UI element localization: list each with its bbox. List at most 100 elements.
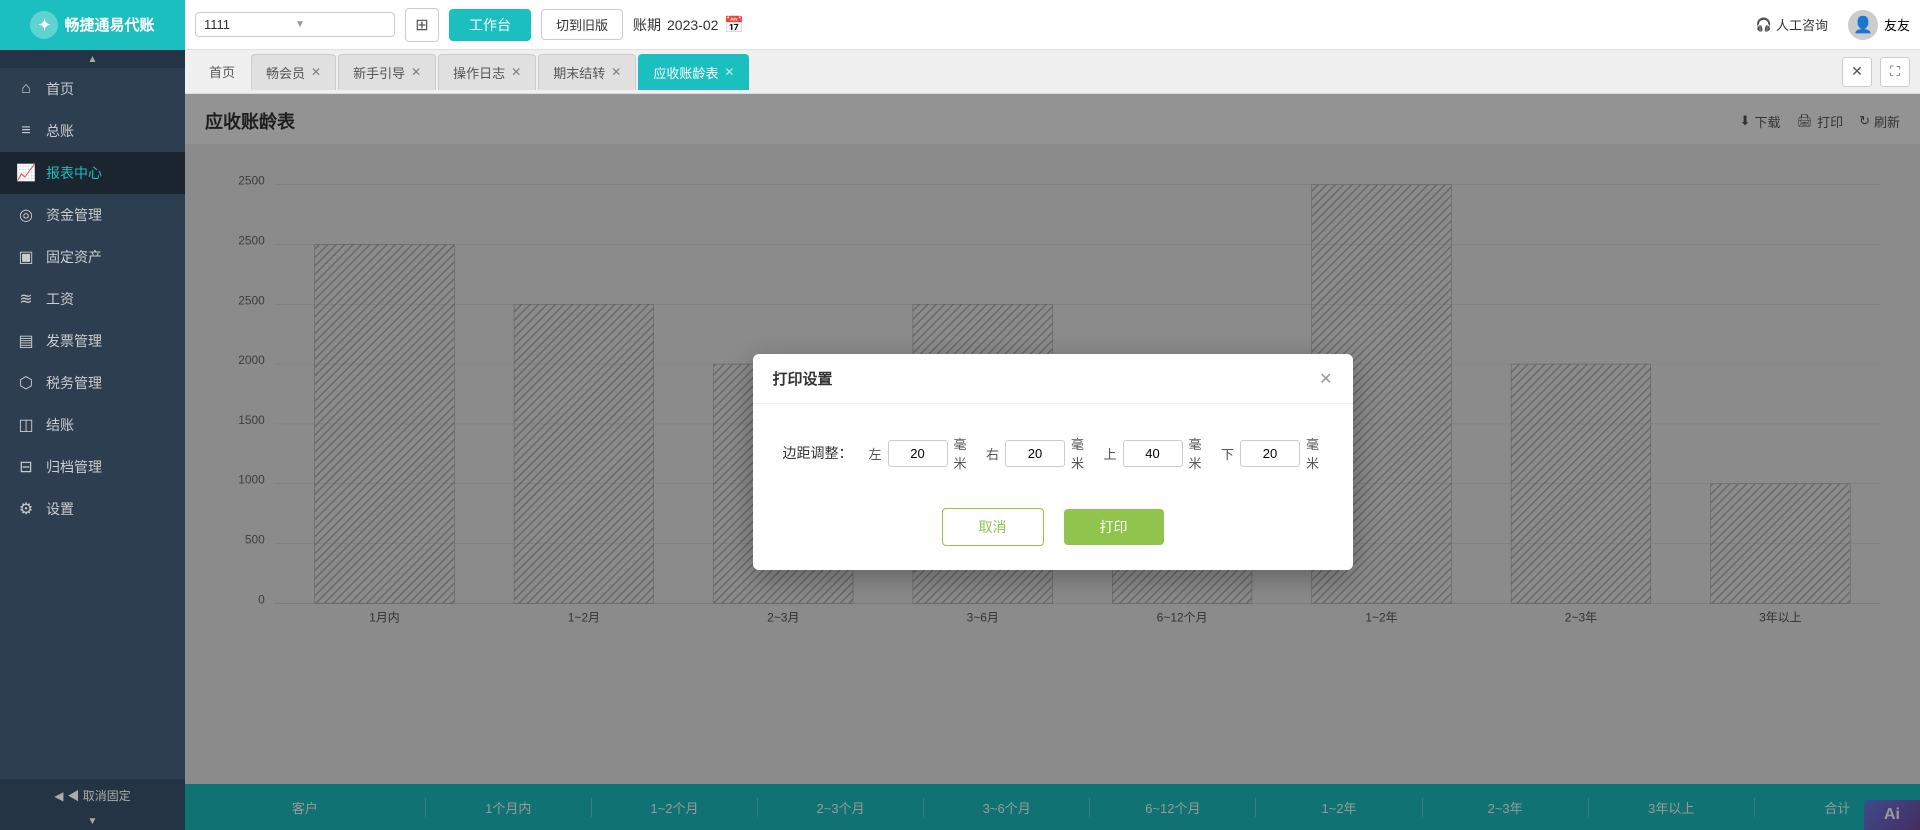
top-margin-group: 上 毫米 [1104,434,1206,472]
modal-body: 边距调整： 左 毫米 右 毫米 [753,404,1353,492]
ledger-icon: ≡ [16,122,36,140]
content-area: 首页 畅会员 ✕ 新手引导 ✕ 操作日志 ✕ 期末结转 ✕ 应收账龄表 ✕ [185,50,1920,830]
workbench-button[interactable]: 工作台 [449,9,531,41]
sidebar-item-assets[interactable]: ▣ 固定资产 [0,236,185,278]
tab-aging-close-icon[interactable]: ✕ [724,65,734,79]
sidebar-label-home: 首页 [46,79,169,99]
tab-log[interactable]: 操作日志 ✕ [438,54,536,90]
company-name: 1111 [204,17,295,32]
collapse-icon: ◀ [54,789,63,803]
sidebar-item-report[interactable]: 📈 报表中心 [0,152,185,194]
calendar-icon[interactable]: 📅 [724,15,744,35]
tab-aging[interactable]: 应收账龄表 ✕ [638,54,749,90]
sidebar-label-salary: 工资 [46,289,169,309]
company-selector[interactable]: 1111 ▼ [195,12,395,37]
sidebar-label-closing: 结账 [46,415,169,435]
right-margin-group: 右 毫米 [986,434,1088,472]
right-margin-label: 右 [986,444,999,463]
tab-home[interactable]: 首页 [195,54,249,90]
right-unit: 毫米 [1071,434,1087,472]
sidebar-label-assets: 固定资产 [46,247,169,267]
top-margin-label: 上 [1104,444,1117,463]
period-value: 2023-02 [667,17,718,33]
copy-icon: ⊞ [415,15,428,35]
sidebar-item-archive[interactable]: ⊟ 归档管理 [0,446,185,488]
sidebar-scroll-down[interactable]: ▼ [0,812,185,830]
avatar: 👤 [1848,10,1878,40]
sidebar-label-settings: 设置 [46,499,169,519]
sidebar-label-tax: 税务管理 [46,373,169,393]
tab-guide-close-icon[interactable]: ✕ [411,65,421,79]
left-margin-label: 左 [869,444,882,463]
modal-title: 打印设置 [773,368,833,389]
top-margin-input[interactable] [1123,440,1183,467]
logo-text: 畅捷通易代账 [64,14,154,35]
tab-bar: 首页 畅会员 ✕ 新手引导 ✕ 操作日志 ✕ 期末结转 ✕ 应收账龄表 ✕ [185,50,1920,94]
sidebar: ▲ ⌂ 首页 ≡ 总账 📈 报表中心 ◎ 资金管理 ▣ 固定资产 [0,50,185,830]
sidebar-item-funds[interactable]: ◎ 资金管理 [0,194,185,236]
user-label: 友友 [1884,15,1910,34]
sidebar-item-settings[interactable]: ⚙ 设置 [0,488,185,530]
tab-maximize-button[interactable]: ⛶ [1880,57,1910,87]
tab-log-close-icon[interactable]: ✕ [511,65,521,79]
sidebar-items: ⌂ 首页 ≡ 总账 📈 报表中心 ◎ 资金管理 ▣ 固定资产 ≋ 工资 [0,50,185,548]
invoice-icon: ▤ [16,331,36,351]
bottom-margin-label: 下 [1221,444,1234,463]
left-margin-input[interactable] [888,440,948,467]
top-bar: ✦ 畅捷通易代账 1111 ▼ ⊞ 工作台 切到旧版 账期 2023-02 📅 … [0,0,1920,50]
tab-vip[interactable]: 畅会员 ✕ [251,54,336,90]
sidebar-collapse-button[interactable]: ◀ ◀ 取消固定 [0,779,185,812]
right-margin-input[interactable] [1005,440,1065,467]
sidebar-item-tax[interactable]: ⬡ 税务管理 [0,362,185,404]
user-button[interactable]: 👤 友友 [1848,10,1910,40]
sidebar-item-home[interactable]: ⌂ 首页 [0,68,185,110]
left-margin-group: 左 毫米 [869,434,971,472]
modal-footer: 取消 打印 [753,492,1353,570]
tab-vip-label: 畅会员 [266,63,305,82]
sidebar-label-funds: 资金管理 [46,205,169,225]
tab-log-label: 操作日志 [453,63,505,82]
tab-close-window-button[interactable]: ✕ [1842,57,1872,87]
tab-vip-close-icon[interactable]: ✕ [311,65,321,79]
tab-bar-right: ✕ ⛶ [1842,57,1910,87]
tab-closing[interactable]: 期末结转 ✕ [538,54,636,90]
tab-home-label: 首页 [209,62,235,81]
funds-icon: ◎ [16,205,36,225]
logo: ✦ 畅捷通易代账 [0,0,185,50]
print-settings-modal: 打印设置 ✕ 边距调整： 左 毫米 右 [753,354,1353,570]
print-confirm-button[interactable]: 打印 [1064,509,1164,545]
tab-guide[interactable]: 新手引导 ✕ [338,54,436,90]
bottom-margin-input[interactable] [1240,440,1300,467]
sidebar-item-closing[interactable]: ◫ 结账 [0,404,185,446]
tab-guide-label: 新手引导 [353,63,405,82]
close-window-icon: ✕ [1851,63,1863,80]
bottom-margin-group: 下 毫米 [1221,434,1323,472]
support-label: 人工咨询 [1776,15,1828,34]
copy-icon-btn[interactable]: ⊞ [405,8,439,42]
sidebar-item-invoice[interactable]: ▤ 发票管理 [0,320,185,362]
maximize-icon: ⛶ [1890,63,1900,80]
left-unit: 毫米 [954,434,970,472]
tab-closing-label: 期末结转 [553,63,605,82]
sidebar-scroll-up[interactable]: ▲ [0,50,185,68]
dropdown-arrow-icon: ▼ [295,19,386,30]
period-info: 账期 2023-02 📅 [633,15,744,35]
settings-icon: ⚙ [16,499,36,519]
sidebar-label-report: 报表中心 [46,163,169,183]
assets-icon: ▣ [16,247,36,267]
margin-label: 边距调整： [783,443,853,463]
modal-close-button[interactable]: ✕ [1319,369,1332,389]
sidebar-item-ledger[interactable]: ≡ 总账 [0,110,185,152]
support-button[interactable]: 🎧 人工咨询 [1756,15,1828,34]
tab-closing-close-icon[interactable]: ✕ [611,65,621,79]
top-bar-right: 🎧 人工咨询 👤 友友 [1756,10,1910,40]
home-icon: ⌂ [16,80,36,98]
switch-version-button[interactable]: 切到旧版 [541,9,623,40]
main-layout: ▲ ⌂ 首页 ≡ 总账 📈 报表中心 ◎ 资金管理 ▣ 固定资产 [0,50,1920,830]
collapse-label: ◀ 取消固定 [67,787,130,804]
sidebar-label-ledger: 总账 [46,121,169,141]
modal-header: 打印设置 ✕ [753,354,1353,404]
cancel-button[interactable]: 取消 [942,508,1044,546]
sidebar-item-salary[interactable]: ≋ 工资 [0,278,185,320]
salary-icon: ≋ [16,289,36,309]
